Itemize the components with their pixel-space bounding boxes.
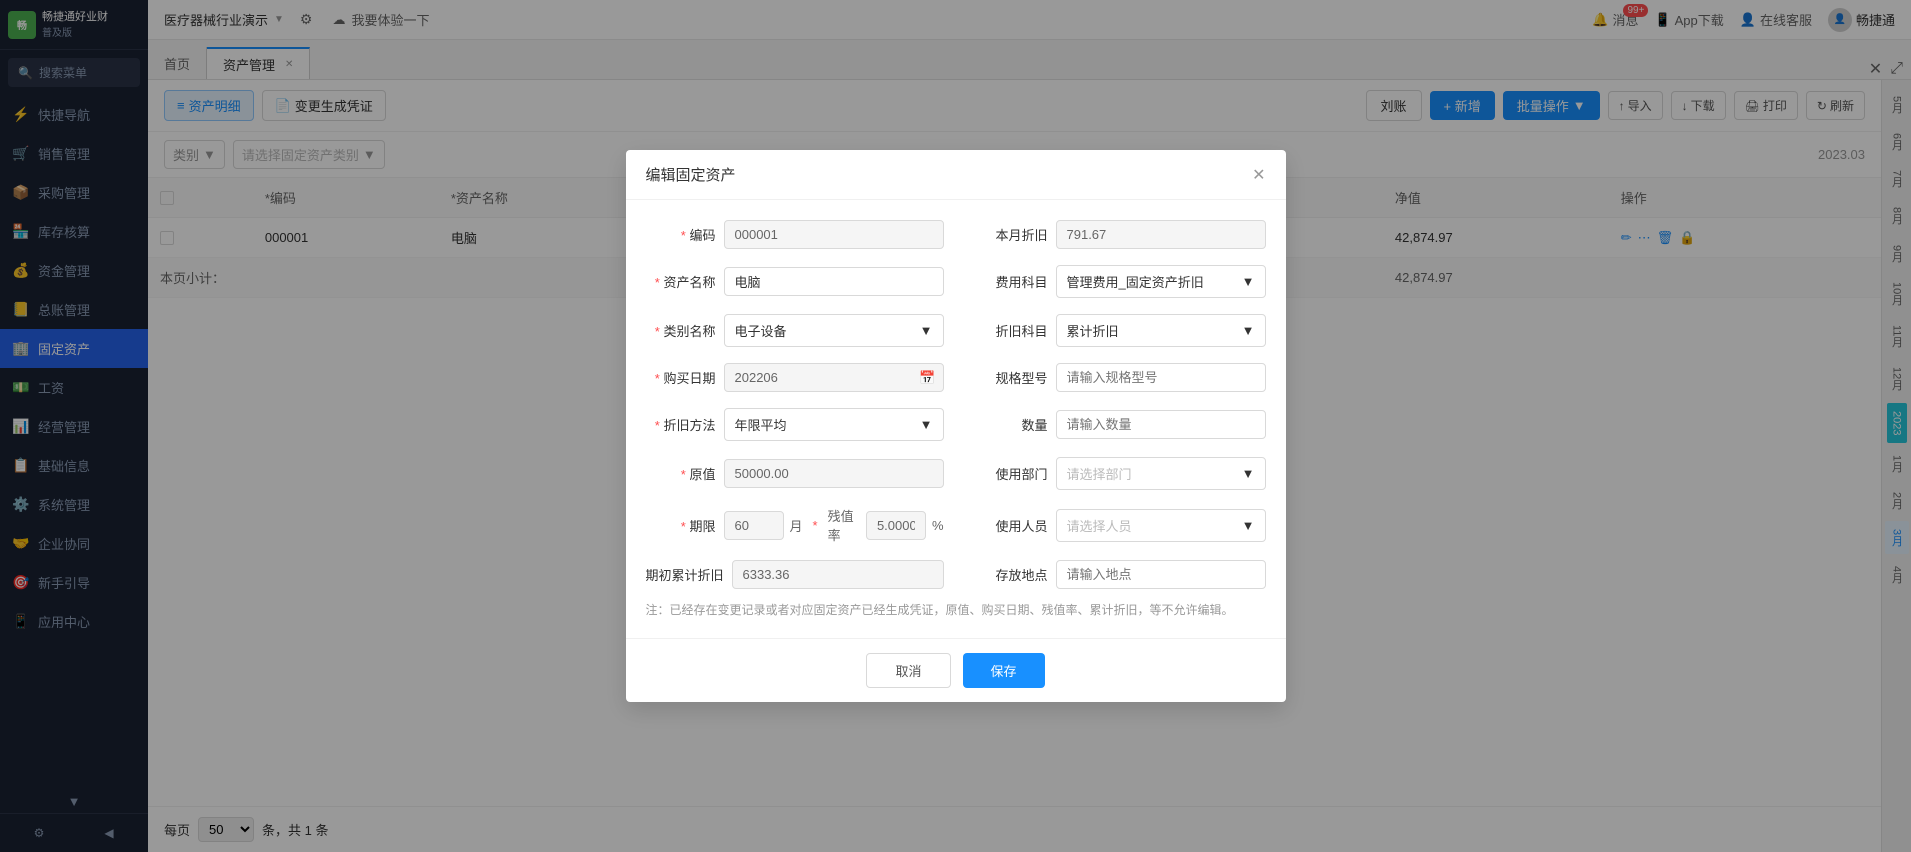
expense-account-select[interactable]: 管理费用_固定资产折旧 ▼ — [1056, 265, 1266, 298]
person-dropdown-icon: ▼ — [1242, 518, 1255, 533]
form-row-person: 使用人员 请选择人员 ▼ — [968, 506, 1266, 544]
modal-body: * 编码 本月折旧 * 资产名称 — [626, 200, 1286, 638]
cancel-button[interactable]: 取消 — [866, 653, 950, 688]
depr-method-dropdown-icon: ▼ — [920, 417, 933, 432]
code-input[interactable] — [724, 220, 944, 249]
department-select[interactable]: 请选择部门 ▼ — [1056, 457, 1266, 490]
form-row-category: * 类别名称 电子设备 ▼ — [646, 314, 944, 347]
period-label: * 期限 — [646, 516, 716, 535]
depr-account-select[interactable]: 累计折旧 ▼ — [1056, 314, 1266, 347]
monthly-depr-input[interactable] — [1056, 220, 1266, 249]
purchase-date-wrap: 📅 — [724, 363, 944, 392]
period-input[interactable] — [724, 511, 784, 540]
original-value-input[interactable] — [724, 459, 944, 488]
form-grid: * 编码 本月折旧 * 资产名称 — [646, 220, 1266, 589]
asset-name-input[interactable] — [724, 267, 944, 296]
asset-name-label: * 资产名称 — [646, 272, 716, 291]
category-label: * 类别名称 — [646, 321, 716, 340]
residual-rate-input[interactable] — [866, 511, 926, 540]
person-label: 使用人员 — [968, 516, 1048, 535]
expense-dropdown-icon: ▼ — [1242, 274, 1255, 289]
form-row-quantity: 数量 — [968, 408, 1266, 441]
initial-accum-input[interactable] — [732, 560, 944, 589]
modal-footer: 取消 保存 — [626, 638, 1286, 702]
calendar-icon: 📅 — [919, 370, 935, 386]
spec-input[interactable] — [1056, 363, 1266, 392]
form-row-expense-account: 费用科目 管理费用_固定资产折旧 ▼ — [968, 265, 1266, 298]
quantity-label: 数量 — [968, 415, 1048, 434]
depr-dropdown-icon: ▼ — [1242, 323, 1255, 338]
code-label: * 编码 — [646, 225, 716, 244]
modal-title: 编辑固定资产 — [646, 164, 736, 185]
form-row-location: 存放地点 — [968, 560, 1266, 589]
quantity-input[interactable] — [1056, 410, 1266, 439]
form-row-depr-method: * 折旧方法 年限平均 ▼ — [646, 408, 944, 441]
modal-header: 编辑固定资产 ✕ — [626, 150, 1286, 200]
purchase-date-label: * 购买日期 — [646, 368, 716, 387]
form-row-period: * 期限 月 * 残值率 % — [646, 506, 944, 544]
person-select[interactable]: 请选择人员 ▼ — [1056, 509, 1266, 542]
modal-close-button[interactable]: ✕ — [1252, 165, 1265, 185]
initial-accum-label: 期初累计折旧 — [646, 565, 724, 584]
expense-account-label: 费用科目 — [968, 272, 1048, 291]
location-label: 存放地点 — [968, 565, 1048, 584]
edit-asset-modal: 编辑固定资产 ✕ * 编码 本月折旧 — [626, 150, 1286, 702]
period-residual-row: 月 * 残值率 % — [724, 506, 944, 544]
form-row-initial-accum: 期初累计折旧 — [646, 560, 944, 589]
form-row-original-value: * 原值 — [646, 457, 944, 490]
depr-method-select[interactable]: 年限平均 ▼ — [724, 408, 944, 441]
form-row-depr-account: 折旧科目 累计折旧 ▼ — [968, 314, 1266, 347]
original-value-label: * 原值 — [646, 464, 716, 483]
category-select[interactable]: 电子设备 ▼ — [724, 314, 944, 347]
depr-account-label: 折旧科目 — [968, 321, 1048, 340]
location-input[interactable] — [1056, 560, 1266, 589]
department-dropdown-icon: ▼ — [1242, 466, 1255, 481]
form-row-asset-name: * 资产名称 — [646, 265, 944, 298]
form-row-department: 使用部门 请选择部门 ▼ — [968, 457, 1266, 490]
form-row-purchase-date: * 购买日期 📅 — [646, 363, 944, 392]
modal-note: 注：已经存在变更记录或者对应固定资产已经生成凭证，原值、购买日期、残值率、累计折… — [646, 601, 1266, 618]
modal-overlay: 编辑固定资产 ✕ * 编码 本月折旧 — [0, 0, 1911, 852]
category-dropdown-icon: ▼ — [920, 323, 933, 338]
department-label: 使用部门 — [968, 464, 1048, 483]
depr-method-label: * 折旧方法 — [646, 415, 716, 434]
monthly-depr-label: 本月折旧 — [968, 225, 1048, 244]
form-row-code: * 编码 — [646, 220, 944, 249]
spec-label: 规格型号 — [968, 368, 1048, 387]
form-row-monthly-depr: 本月折旧 — [968, 220, 1266, 249]
purchase-date-input[interactable] — [724, 363, 944, 392]
form-row-spec: 规格型号 — [968, 363, 1266, 392]
save-button[interactable]: 保存 — [963, 653, 1045, 688]
